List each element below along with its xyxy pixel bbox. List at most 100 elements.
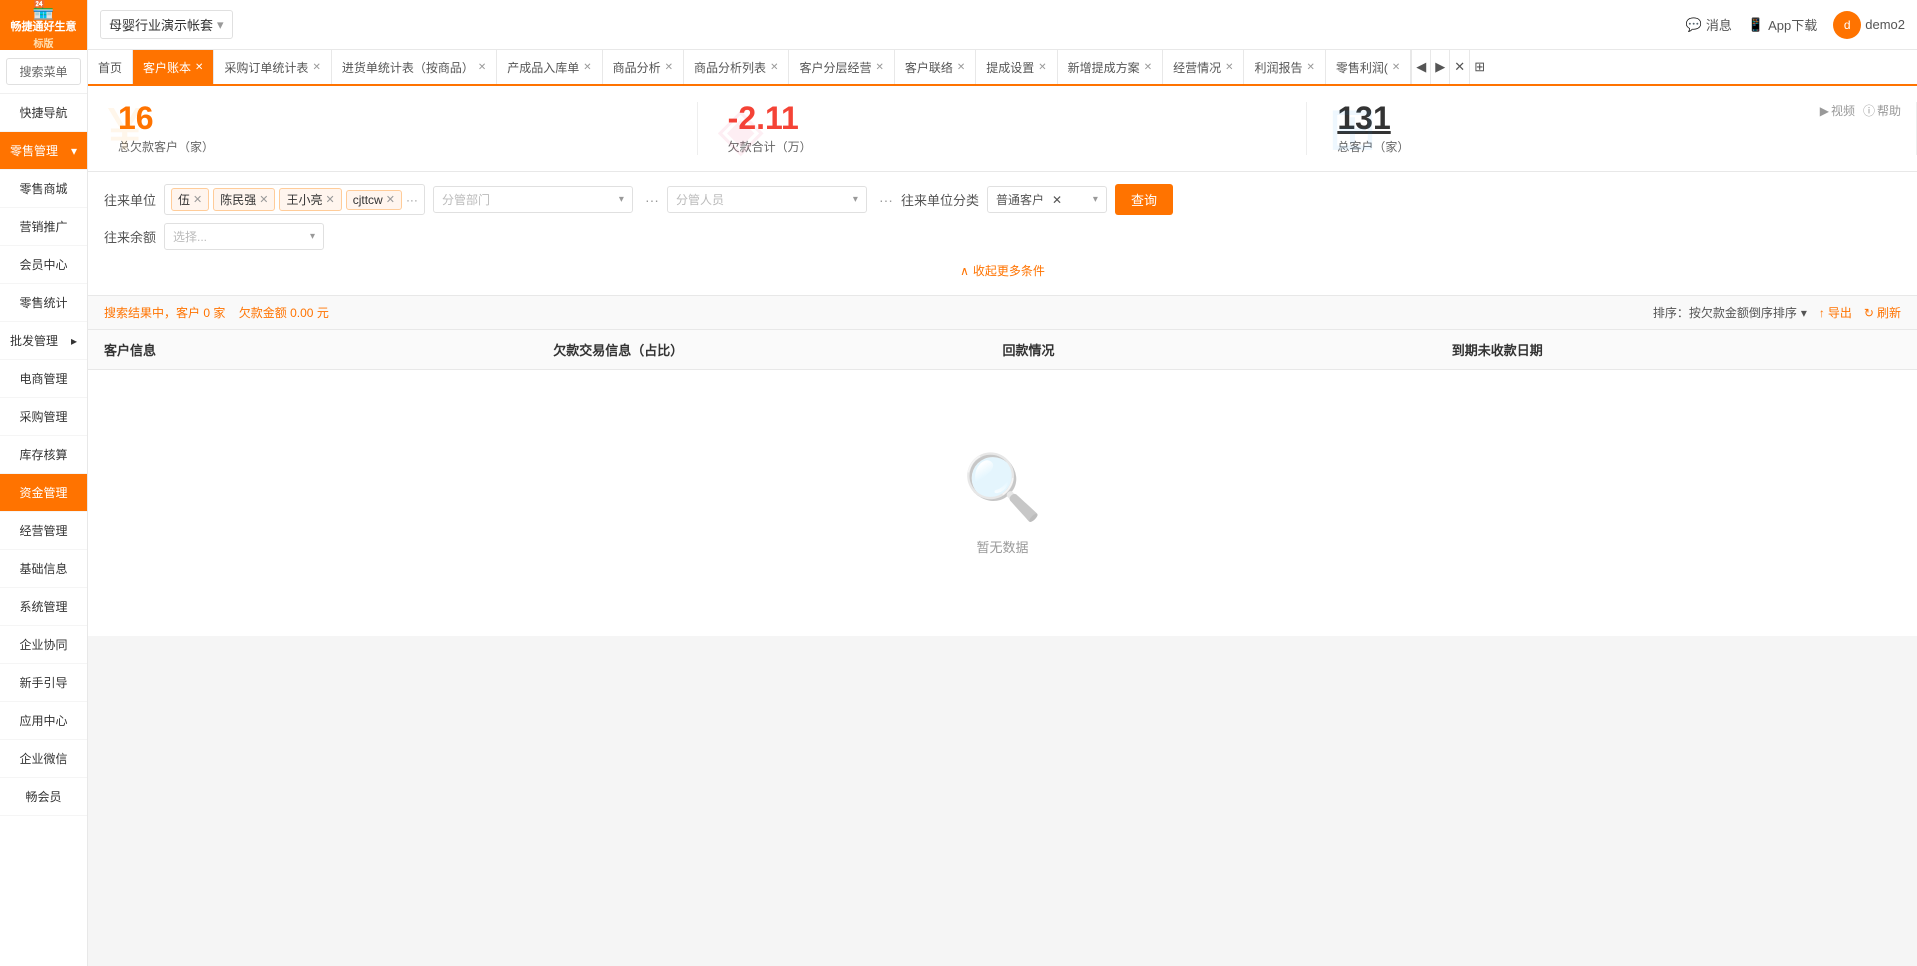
tab-product-inbound[interactable]: 产成品入库单 ✕: [497, 50, 602, 85]
unit-tag-4: cjttcw ✕: [346, 190, 402, 210]
sidebar-item-ecommerce[interactable]: 电商管理: [0, 360, 87, 398]
tab-nav-arrows: ◀ ▶ ✕ ⊞: [1411, 50, 1489, 85]
sidebar-item-quick-nav[interactable]: 快捷导航: [0, 94, 87, 132]
tab-close-customer-contact[interactable]: ✕: [957, 62, 965, 73]
unit-type-label: 往来单位分类: [901, 190, 979, 209]
sidebar-item-app-center[interactable]: 应用中心: [0, 702, 87, 740]
tab-home[interactable]: 首页: [88, 50, 133, 85]
unit-tag-3: 王小亮 ✕: [279, 188, 341, 211]
empty-state: 🔍 暂无数据: [88, 370, 1917, 636]
tab-close-purchase-order-stats[interactable]: ✕: [312, 62, 320, 73]
app-logo: 🏪 畅捷通好生意 标版: [0, 0, 87, 50]
person-dots[interactable]: ···: [879, 192, 893, 208]
dropdown-arrow-icon: ▾: [217, 17, 224, 33]
tab-close-new-achievement[interactable]: ✕: [1144, 62, 1152, 73]
search-menu-button[interactable]: 搜索菜单: [6, 58, 81, 85]
tab-product-analysis[interactable]: 商品分析 ✕: [603, 50, 684, 85]
remove-unit-type[interactable]: ✕: [1052, 193, 1062, 207]
balance-filter-label: 往来余额: [104, 227, 156, 246]
tab-close-customer-accounts[interactable]: ✕: [195, 62, 203, 73]
tab-new-achievement[interactable]: 新增提成方案 ✕: [1058, 50, 1163, 85]
help-icon: ⓘ: [1863, 102, 1875, 119]
tab-product-analysis-list[interactable]: 商品分析列表 ✕: [684, 50, 789, 85]
sidebar-item-inventory[interactable]: 库存核算: [0, 436, 87, 474]
balance-select[interactable]: 选择... ▾: [164, 223, 324, 250]
app-download-button[interactable]: 📱 App下载: [1748, 15, 1817, 34]
tab-purchase-order-stats[interactable]: 采购订单统计表 ✕: [214, 50, 331, 85]
sidebar-item-batch-mgmt[interactable]: 批发管理 ▸: [0, 322, 87, 360]
filter-area: 往来单位 伍 ✕ 陈民强 ✕ 王小亮 ✕ cjttcw: [88, 172, 1917, 296]
col-collection: 回款情况: [1003, 340, 1452, 359]
sidebar-item-enterprise-wechat[interactable]: 企业微信: [0, 740, 87, 778]
sidebar-item-basic-info[interactable]: 基础信息: [0, 550, 87, 588]
message-button[interactable]: 💬 消息: [1686, 15, 1732, 34]
tab-close-retail-profit[interactable]: ✕: [1392, 62, 1400, 73]
sidebar-item-retail-mall[interactable]: 零售商城: [0, 170, 87, 208]
dept-select[interactable]: 分管部门 ▾: [433, 186, 633, 213]
sidebar-item-sys-mgmt[interactable]: 系统管理: [0, 588, 87, 626]
export-button[interactable]: ↑ 导出: [1819, 304, 1852, 321]
remove-tag-1[interactable]: ✕: [193, 193, 202, 206]
tab-ops-status[interactable]: 经营情况 ✕: [1163, 50, 1244, 85]
sidebar-item-retail-mgmt[interactable]: 零售管理 ▾: [0, 132, 87, 170]
refresh-icon: ↻: [1864, 306, 1874, 320]
sort-arrow-icon: ▾: [1801, 306, 1807, 320]
unit-tag-1: 伍 ✕: [171, 188, 209, 211]
tab-customer-accounts[interactable]: 客户账本 ✕: [133, 50, 214, 85]
stat-bg-icon-2: ◈: [718, 94, 764, 164]
sidebar-item-retail-stats[interactable]: 零售统计: [0, 284, 87, 322]
sidebar-item-marketing[interactable]: 营销推广: [0, 208, 87, 246]
dept-arrow-icon: ▾: [619, 194, 624, 205]
tab-close-product-inbound[interactable]: ✕: [583, 62, 591, 73]
collapse-button[interactable]: ∧ 收起更多条件: [104, 258, 1901, 283]
chevron-up-icon: ∧: [960, 264, 969, 278]
tab-customer-contact[interactable]: 客户联络 ✕: [895, 50, 976, 85]
sidebar-item-vip-member[interactable]: 畅会员: [0, 778, 87, 816]
sidebar-item-member-center[interactable]: 会员中心: [0, 246, 87, 284]
remove-tag-3[interactable]: ✕: [326, 193, 335, 206]
refresh-button[interactable]: ↻ 刷新: [1864, 304, 1901, 321]
unit-type-select[interactable]: 普通客户 ✕ ▾: [987, 186, 1107, 213]
tab-expand-button[interactable]: ⊞: [1469, 50, 1489, 85]
tab-next-arrow[interactable]: ▶: [1430, 50, 1449, 85]
tab-retail-profit[interactable]: 零售利润( ✕: [1326, 50, 1411, 85]
store-selector[interactable]: 母婴行业演示帐套 ▾: [100, 10, 233, 39]
person-select[interactable]: 分管人员 ▾: [667, 186, 867, 213]
video-help-link[interactable]: ▶ 视频: [1820, 102, 1855, 119]
tab-customer-segment[interactable]: 客户分层经营 ✕: [789, 50, 894, 85]
tab-close-reminder-settings[interactable]: ✕: [1038, 62, 1046, 73]
user-avatar-area[interactable]: d demo2: [1833, 11, 1905, 39]
tab-close-all-button[interactable]: ✕: [1449, 50, 1469, 85]
sidebar-item-ops-mgmt[interactable]: 经营管理: [0, 512, 87, 550]
sidebar-item-newbie-guide[interactable]: 新手引导: [0, 664, 87, 702]
main-area: 母婴行业演示帐套 ▾ 💬 消息 📱 App下载 d demo2 首页 客户账本: [88, 0, 1917, 966]
query-button[interactable]: 查询: [1115, 184, 1173, 215]
tab-close-product-analysis-list[interactable]: ✕: [770, 62, 778, 73]
play-icon: ▶: [1820, 104, 1829, 118]
col-customer-info: 客户信息: [104, 340, 553, 359]
tab-profit-report[interactable]: 利润报告 ✕: [1244, 50, 1325, 85]
help-link[interactable]: ⓘ 帮助: [1863, 102, 1901, 119]
remove-tag-2[interactable]: ✕: [259, 193, 268, 206]
remove-tag-4[interactable]: ✕: [386, 193, 395, 206]
chevron-down-icon: ▾: [71, 144, 77, 158]
tab-close-ops-status[interactable]: ✕: [1225, 62, 1233, 73]
tab-close-profit-report[interactable]: ✕: [1307, 62, 1315, 73]
tab-close-inbound-stats[interactable]: ✕: [478, 62, 486, 73]
tab-inbound-stats[interactable]: 进货单统计表（按商品） ✕: [332, 50, 497, 85]
app-icon: 📱: [1748, 17, 1764, 33]
chevron-right-icon: ▸: [71, 334, 77, 348]
sidebar-item-purchase-mgmt[interactable]: 采购管理: [0, 398, 87, 436]
sort-selector[interactable]: 排序：按欠款金额倒序排序 ▾: [1653, 304, 1807, 321]
tab-close-product-analysis[interactable]: ✕: [665, 62, 673, 73]
table-header: 客户信息 欠款交易信息（占比） 回款情况 到期未收款日期: [88, 330, 1917, 370]
unit-tags-container[interactable]: 伍 ✕ 陈民强 ✕ 王小亮 ✕ cjttcw ✕ ···: [164, 184, 425, 215]
sidebar-item-enterprise-collab[interactable]: 企业协同: [0, 626, 87, 664]
tab-close-customer-segment[interactable]: ✕: [875, 62, 883, 73]
dept-dots[interactable]: ···: [645, 192, 659, 208]
unit-tags-more[interactable]: ···: [406, 193, 418, 207]
empty-icon: 🔍: [963, 450, 1043, 525]
tab-prev-arrow[interactable]: ◀: [1411, 50, 1430, 85]
sidebar-item-capital-mgmt[interactable]: 资金管理: [0, 474, 87, 512]
tab-reminder-settings[interactable]: 提成设置 ✕: [976, 50, 1057, 85]
